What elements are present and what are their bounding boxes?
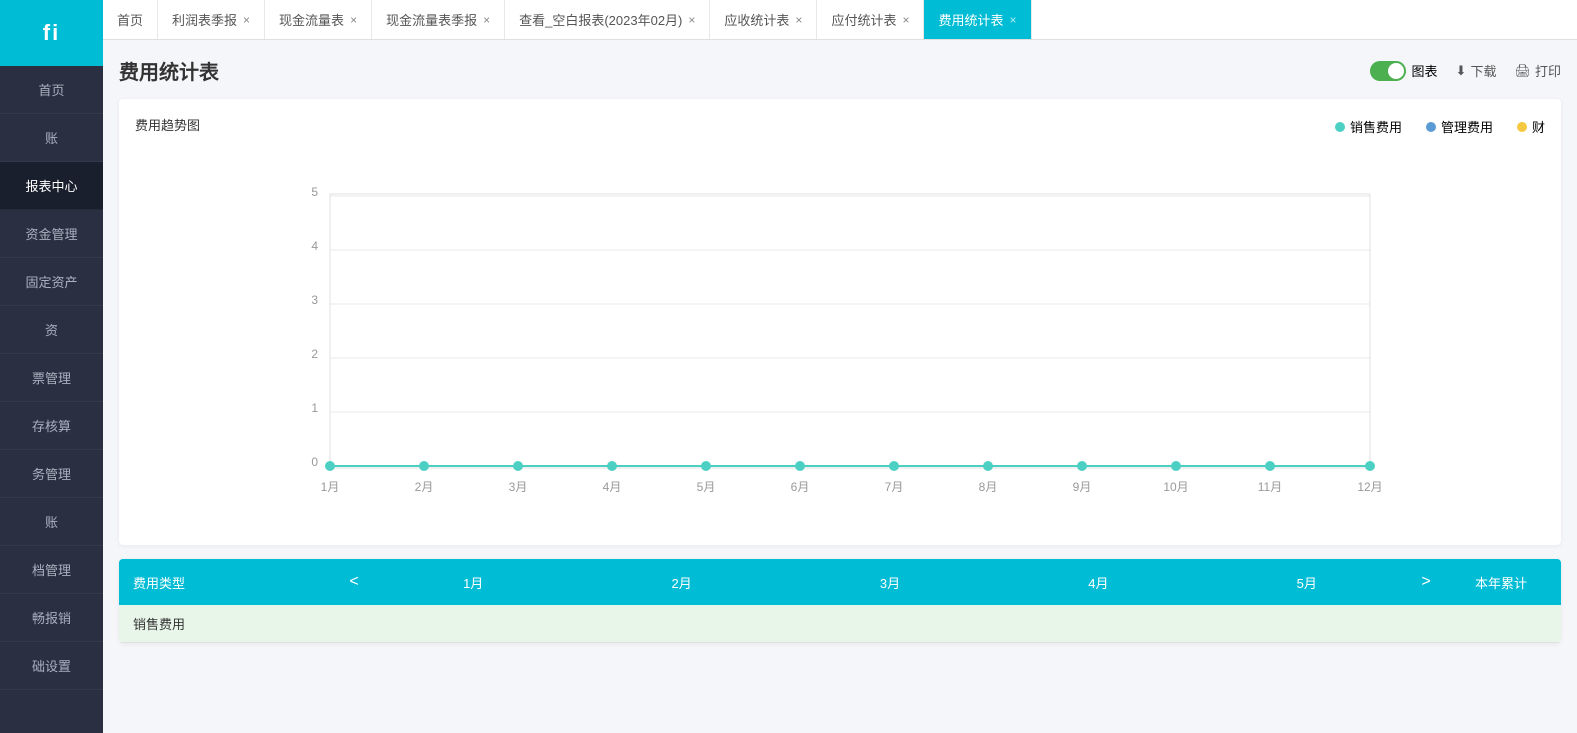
svg-text:12月: 12月 (1357, 480, 1382, 494)
svg-text:0: 0 (311, 455, 318, 469)
sidebar-item-account[interactable]: 账 (0, 114, 103, 162)
legend-dot-sales (1335, 122, 1345, 132)
sidebar-item-home[interactable]: 首页 (0, 66, 103, 114)
page-title: 费用统计表 (119, 56, 219, 85)
header-actions: 图表 ⬇ 下载 🖨 打印 (1370, 61, 1561, 81)
tab-close-payable[interactable]: × (902, 13, 909, 27)
sidebar-item-reports[interactable]: 报表中心 (0, 162, 103, 210)
svg-text:5月: 5月 (697, 480, 716, 494)
chart-toggle-wrap: 图表 (1370, 61, 1438, 81)
chart-title: 费用趋势图 (135, 115, 200, 134)
sidebar-item-resource[interactable]: 资 (0, 306, 103, 354)
tab-cashflow-quarterly[interactable]: 现金流量表季报 × (372, 0, 505, 40)
col-month-1: 1月 (369, 573, 577, 592)
col-type: 费用类型 (119, 573, 339, 592)
row-type-label: 销售费用 (119, 614, 339, 633)
tab-close-receivable[interactable]: × (795, 13, 802, 27)
tab-close-expense-stats[interactable]: × (1009, 13, 1016, 27)
sidebar-item-account2[interactable]: 账 (0, 498, 103, 546)
download-button[interactable]: ⬇ 下载 (1456, 61, 1497, 80)
sidebar-logo: fi (0, 0, 103, 66)
legend-dot-finance (1517, 122, 1527, 132)
svg-text:4月: 4月 (603, 480, 622, 494)
sidebar-item-archive[interactable]: 档管理 (0, 546, 103, 594)
download-icon: ⬇ (1456, 63, 1467, 79)
col-prev-arrow[interactable]: < (339, 573, 369, 591)
sidebar-item-assets[interactable]: 固定资产 (0, 258, 103, 306)
svg-text:1: 1 (311, 401, 318, 415)
chart-legend: 销售费用 管理费用 财 (1335, 117, 1545, 136)
chart-card: 费用趋势图 销售费用 管理费用 财 (119, 99, 1561, 545)
legend-dot-admin (1426, 122, 1436, 132)
tab-close-cashflow[interactable]: × (350, 13, 357, 27)
chart-area: 0 1 2 3 4 5 (135, 146, 1545, 529)
svg-text:3月: 3月 (509, 480, 528, 494)
col-month-4: 4月 (994, 573, 1202, 592)
sidebar: fi 首页 账 报表中心 资金管理 固定资产 资 票管理 存核算 务管理 账 档… (0, 0, 103, 733)
sidebar-item-settings[interactable]: 础设置 (0, 642, 103, 690)
tab-receivable[interactable]: 应收统计表 × (710, 0, 817, 40)
svg-text:1月: 1月 (321, 480, 340, 494)
content-area: 费用统计表 图表 ⬇ 下载 🖨 打印 费用趋势图 (103, 40, 1577, 733)
tab-close-cashflow-quarterly[interactable]: × (483, 13, 490, 27)
tab-expense-stats[interactable]: 费用统计表 × (924, 0, 1031, 40)
col-month-5: 5月 (1203, 573, 1411, 592)
print-button[interactable]: 🖨 打印 (1514, 61, 1561, 80)
table-row: 销售费用 (119, 605, 1561, 643)
sidebar-item-expense[interactable]: 畅报销 (0, 594, 103, 642)
svg-text:4: 4 (311, 239, 318, 253)
svg-text:10月: 10月 (1163, 480, 1188, 494)
tab-cashflow[interactable]: 现金流量表 × (265, 0, 372, 40)
expense-table: 费用类型 < 1月 2月 3月 4月 5月 > 本年累计 销售费用 (119, 559, 1561, 643)
legend-label-finance: 财 (1532, 117, 1545, 136)
sidebar-item-inventory[interactable]: 存核算 (0, 402, 103, 450)
tab-payable[interactable]: 应付统计表 × (817, 0, 924, 40)
tab-close-profit-quarterly[interactable]: × (243, 13, 250, 27)
svg-text:11月: 11月 (1258, 480, 1282, 494)
tab-profit-quarterly[interactable]: 利润表季报 × (158, 0, 265, 40)
legend-sales: 销售费用 (1335, 117, 1402, 136)
main-area: 首页 利润表季报 × 现金流量表 × 现金流量表季报 × 查看_空白报表(202… (103, 0, 1577, 733)
tab-blank-report[interactable]: 查看_空白报表(2023年02月) × (505, 0, 710, 40)
col-total: 本年累计 (1441, 573, 1561, 592)
sidebar-item-funds[interactable]: 资金管理 (0, 210, 103, 258)
col-next-arrow[interactable]: > (1411, 573, 1441, 591)
tab-bar: 首页 利润表季报 × 现金流量表 × 现金流量表季报 × 查看_空白报表(202… (103, 0, 1577, 40)
chart-toggle-label: 图表 (1412, 61, 1438, 80)
sidebar-item-invoice[interactable]: 票管理 (0, 354, 103, 402)
legend-finance: 财 (1517, 117, 1545, 136)
chart-toggle[interactable] (1370, 61, 1406, 81)
svg-text:9月: 9月 (1073, 480, 1092, 494)
svg-text:2月: 2月 (415, 480, 434, 494)
legend-label-sales: 销售费用 (1350, 117, 1402, 136)
legend-label-admin: 管理费用 (1441, 117, 1493, 136)
tab-home[interactable]: 首页 (103, 0, 158, 40)
svg-text:3: 3 (311, 293, 318, 307)
svg-text:2: 2 (311, 347, 318, 361)
svg-text:5: 5 (311, 185, 318, 199)
svg-text:7月: 7月 (885, 480, 904, 494)
trend-chart: 0 1 2 3 4 5 (135, 146, 1545, 526)
svg-text:6月: 6月 (791, 480, 810, 494)
table-header: 费用类型 < 1月 2月 3月 4月 5月 > 本年累计 (119, 559, 1561, 605)
page-header: 费用统计表 图表 ⬇ 下载 🖨 打印 (119, 56, 1561, 85)
col-month-2: 2月 (577, 573, 785, 592)
print-icon: 🖨 (1514, 63, 1531, 79)
next-arrow-button[interactable]: > (1421, 573, 1430, 591)
legend-admin: 管理费用 (1426, 117, 1493, 136)
tab-close-blank-report[interactable]: × (688, 13, 695, 27)
svg-text:8月: 8月 (979, 480, 998, 494)
col-month-3: 3月 (786, 573, 994, 592)
sidebar-item-service[interactable]: 务管理 (0, 450, 103, 498)
prev-arrow-button[interactable]: < (349, 573, 358, 591)
